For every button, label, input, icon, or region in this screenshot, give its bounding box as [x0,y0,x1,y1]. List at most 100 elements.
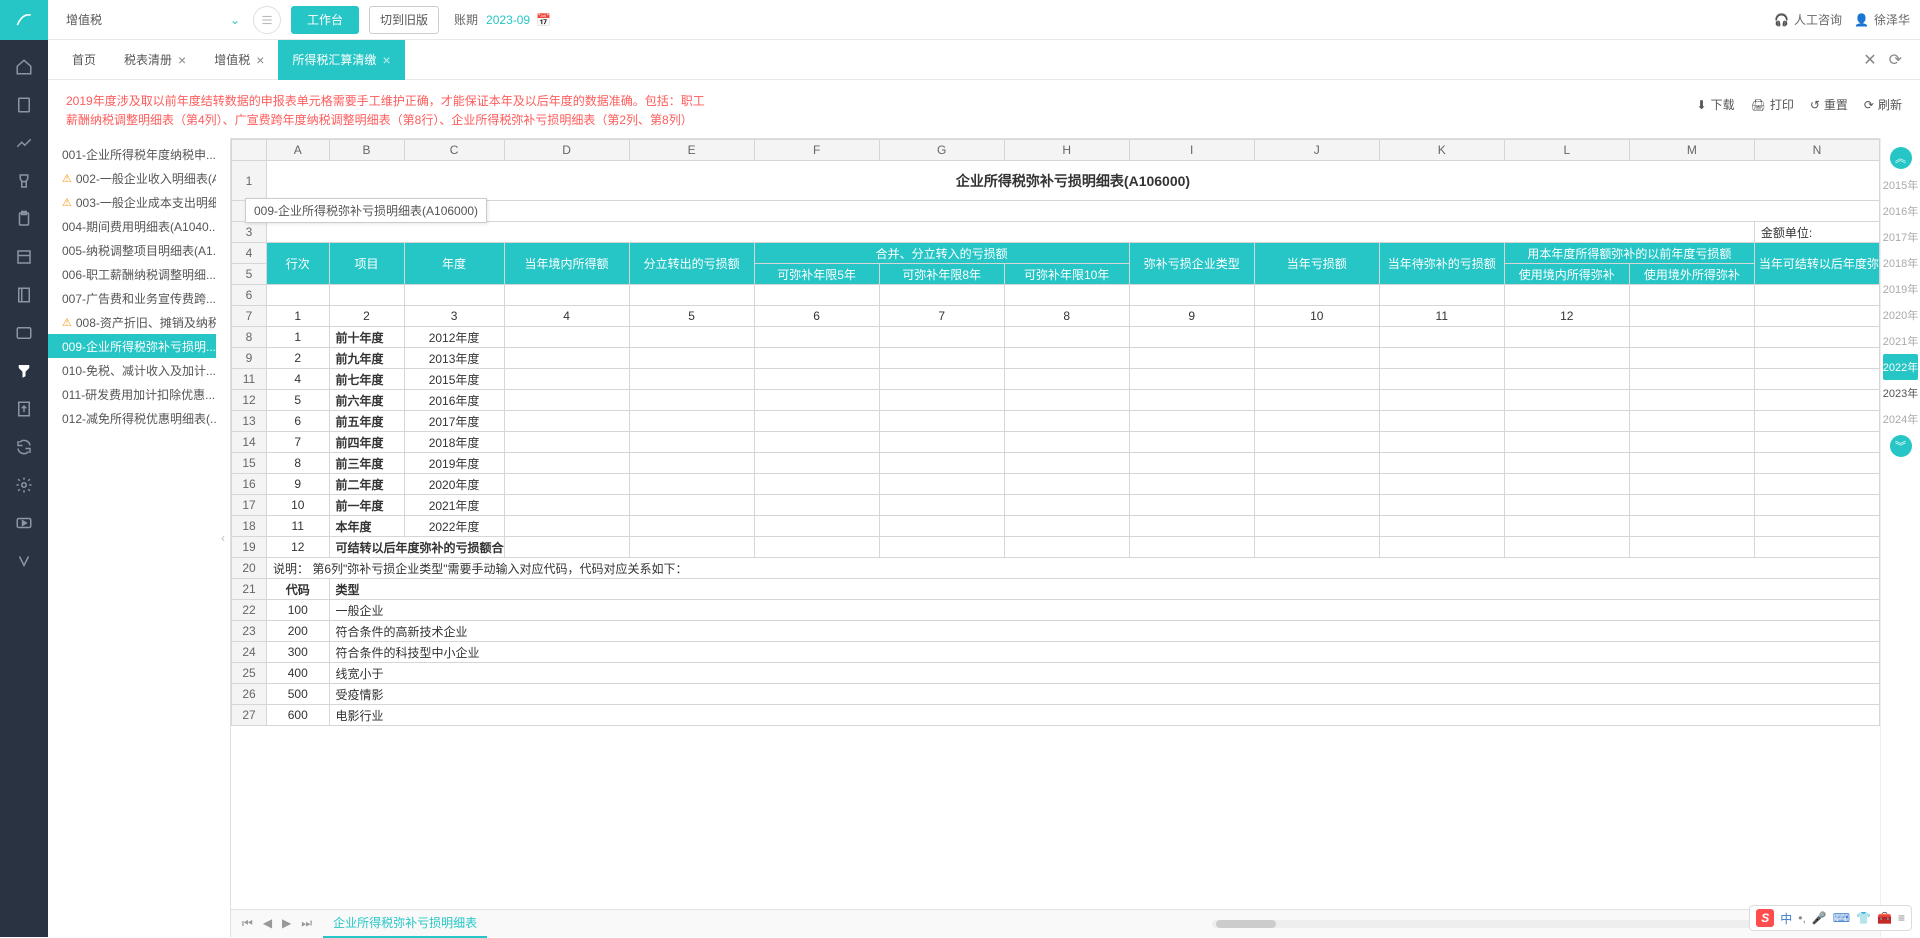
cell[interactable] [1004,411,1129,432]
cell[interactable]: 400 [267,663,330,684]
tree-item[interactable]: 001-企业所得税年度纳税申... [48,142,216,166]
cell[interactable] [1004,348,1129,369]
print-link[interactable]: 🖨打印 [1751,96,1794,113]
cell[interactable] [1379,348,1504,369]
cell[interactable]: 9 [1129,306,1254,327]
close-icon[interactable]: × [382,52,390,68]
row-number[interactable]: 20 [232,558,267,579]
year-down-icon[interactable]: ︾ [1890,435,1912,457]
cell[interactable]: 2017年度 [404,411,504,432]
nav-money-icon[interactable] [4,164,44,198]
reset-link[interactable]: ↺重置 [1810,96,1848,113]
tree-item[interactable]: 012-减免所得税优惠明细表(... [48,406,216,430]
cell[interactable] [1504,369,1629,390]
cell[interactable] [1379,432,1504,453]
year-item[interactable]: 2020年 [1883,302,1918,328]
cell[interactable] [504,516,629,537]
cell[interactable]: 8 [267,453,330,474]
row-number[interactable]: 24 [232,642,267,663]
cell[interactable] [1004,453,1129,474]
cell[interactable]: 2 [329,306,404,327]
cell[interactable] [629,411,754,432]
cell[interactable] [629,285,754,306]
cell[interactable]: 8 [1004,306,1129,327]
cell[interactable]: 12 [267,537,330,558]
row-number[interactable]: 25 [232,663,267,684]
cell[interactable] [1629,369,1754,390]
tree-item[interactable]: 010-免税、减计收入及加计... [48,358,216,382]
cell[interactable]: 7 [879,306,1004,327]
cell[interactable] [1629,432,1754,453]
cell[interactable] [1504,537,1629,558]
row-number[interactable]: 23 [232,621,267,642]
cell[interactable] [879,327,1004,348]
cell[interactable] [1254,495,1379,516]
cell[interactable]: 11 [267,516,330,537]
nav-chart-icon[interactable] [4,126,44,160]
cell[interactable] [1504,495,1629,516]
cell[interactable] [1754,327,1879,348]
cell[interactable] [1754,369,1879,390]
user-menu[interactable]: 👤 徐泽华 [1854,11,1910,28]
cell[interactable] [1004,369,1129,390]
tab-home[interactable]: 首页 [58,40,110,80]
cell[interactable]: 200 [267,621,330,642]
cell[interactable] [1129,453,1254,474]
year-item[interactable]: 2023年 [1883,380,1918,406]
cell[interactable] [1629,537,1754,558]
cell[interactable]: 10 [267,495,330,516]
cell[interactable] [1129,348,1254,369]
row-number[interactable]: 6 [232,285,267,306]
cell[interactable] [879,453,1004,474]
col-header[interactable]: A [267,140,330,161]
app-logo[interactable] [0,0,48,40]
sheet-nav-prev-icon[interactable]: ◀ [260,916,275,931]
col-header[interactable]: M [1629,140,1754,161]
cell[interactable] [879,348,1004,369]
cell[interactable] [1504,453,1629,474]
cell[interactable] [754,453,879,474]
cell[interactable] [504,537,629,558]
tab-refresh-icon[interactable]: ⟳ [1889,50,1902,70]
ime-menu-icon[interactable]: ≡ [1898,911,1905,925]
cell[interactable] [754,516,879,537]
nav-home-icon[interactable] [4,50,44,84]
cell[interactable] [879,390,1004,411]
cell[interactable] [629,474,754,495]
cell[interactable] [1004,432,1129,453]
cell[interactable]: 2019年度 [404,453,504,474]
cell[interactable] [1629,285,1754,306]
ime-punct-icon[interactable]: •, [1798,911,1806,925]
cell[interactable]: 4 [504,306,629,327]
cell[interactable] [1379,495,1504,516]
cell[interactable] [1754,537,1879,558]
cell[interactable] [1504,285,1629,306]
cell[interactable]: 2013年度 [404,348,504,369]
cell[interactable] [1504,411,1629,432]
cell[interactable] [629,348,754,369]
cell[interactable]: 1 [267,327,330,348]
row-number[interactable]: 16 [232,474,267,495]
cell[interactable] [1379,516,1504,537]
cell[interactable] [1254,285,1379,306]
cell[interactable]: 2021年度 [404,495,504,516]
cell[interactable] [1004,516,1129,537]
cell[interactable] [1254,516,1379,537]
col-header[interactable]: I [1129,140,1254,161]
cell[interactable] [1379,411,1504,432]
cell[interactable] [754,411,879,432]
row-number[interactable]: 14 [232,432,267,453]
cell[interactable] [1504,390,1629,411]
ime-skin-icon[interactable]: 👕 [1856,911,1871,925]
cell[interactable] [1629,453,1754,474]
tab-vat[interactable]: 增值税× [200,40,278,80]
col-header[interactable]: L [1504,140,1629,161]
col-header[interactable]: H [1004,140,1129,161]
cell[interactable] [629,369,754,390]
cell[interactable] [504,348,629,369]
nav-export-icon[interactable] [4,392,44,426]
tree-item[interactable]: ⚠003-一般企业成本支出明细... [48,190,216,214]
cell[interactable]: 2 [267,348,330,369]
cell[interactable] [1129,285,1254,306]
tree-item[interactable]: 007-广告费和业务宣传费跨... [48,286,216,310]
